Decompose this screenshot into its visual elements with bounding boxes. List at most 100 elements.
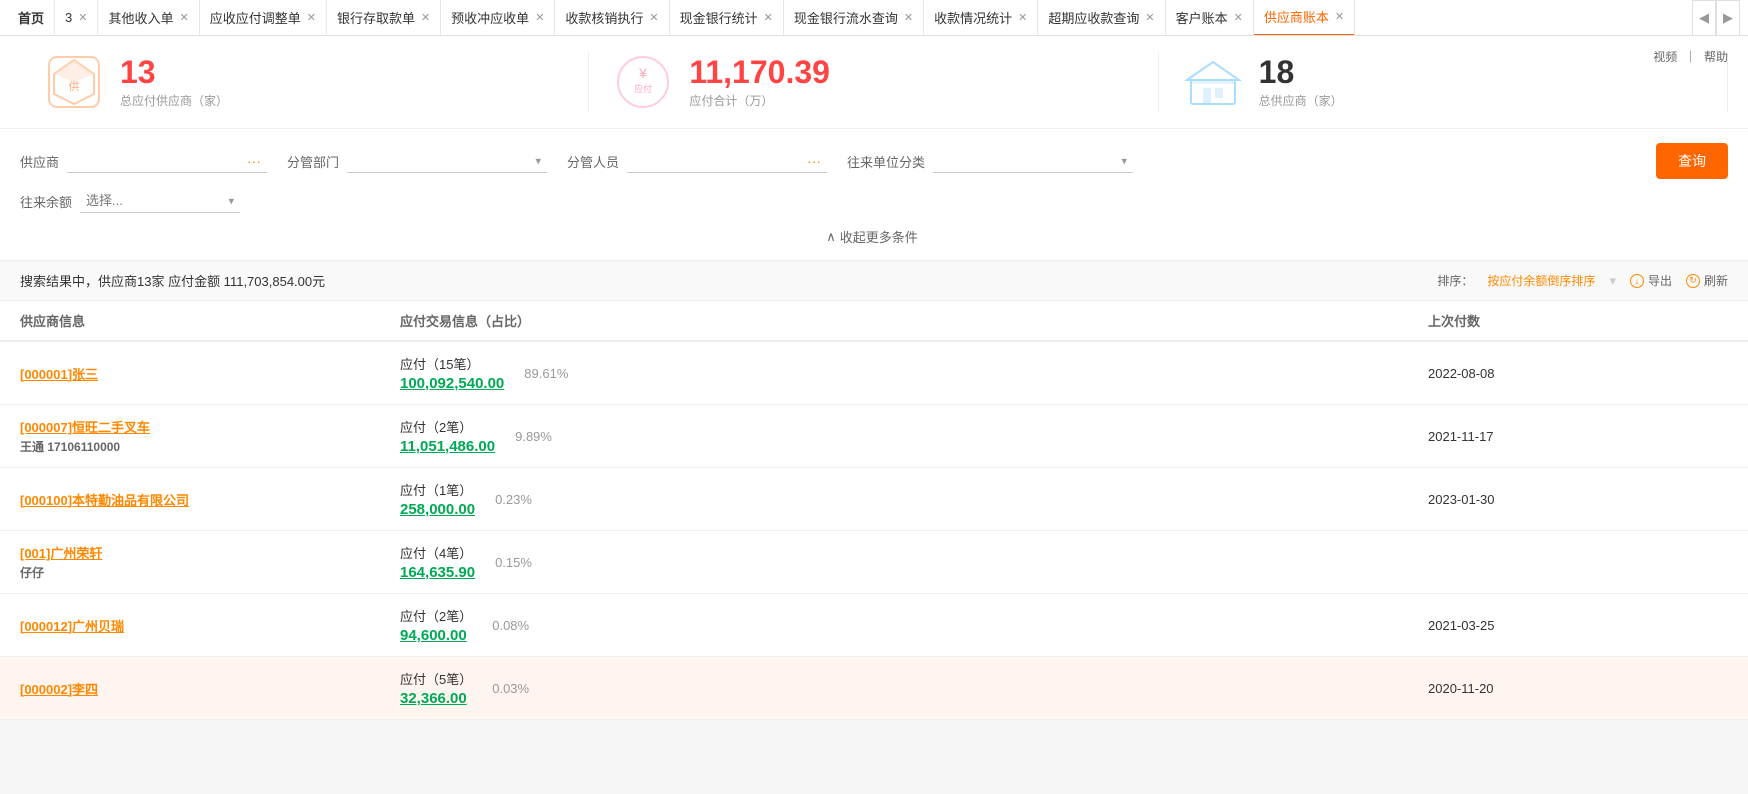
tx-percent-4: 0.15% <box>495 555 532 570</box>
nav-overdue-query[interactable]: 超期应收款查询 ✕ <box>1038 0 1165 36</box>
collapse-up-icon: ∧ <box>826 229 836 245</box>
nav-bank-deposit-close[interactable]: ✕ <box>421 11 430 24</box>
video-link[interactable]: 视频 <box>1653 50 1677 64</box>
nav-supplier-book[interactable]: 供应商账本 ✕ <box>1254 0 1355 36</box>
svg-text:¥: ¥ <box>638 65 647 81</box>
transaction-info-4: 应付（4笔） 164,635.90 0.15% <box>400 543 1428 581</box>
stat-payable-amount: ¥ 应付 11,170.39 应付合计（万） <box>589 52 1158 112</box>
supplier-link-6[interactable]: [000002]李四 <box>20 682 98 697</box>
refresh-button[interactable]: ↻ 刷新 <box>1686 272 1728 289</box>
supplier-info-3: [000100]本特勤油品有限公司 <box>20 490 400 509</box>
nav-collection-verify[interactable]: 收款核销执行 ✕ <box>555 0 669 36</box>
sort-value[interactable]: 按应付余额倒序排序 <box>1487 272 1595 289</box>
collapse-row: ∧ 收起更多条件 <box>20 223 1728 250</box>
nav-arrow-left[interactable]: ◀ <box>1692 0 1716 36</box>
collapse-button[interactable]: ∧ 收起更多条件 <box>794 223 954 250</box>
col-header-supplier: 供应商信息 <box>20 311 400 330</box>
store-icon <box>1183 52 1243 112</box>
nav-cash-bank-query-close[interactable]: ✕ <box>904 11 913 24</box>
lastpay-info-3: 2023-01-30 <box>1428 492 1728 507</box>
department-input[interactable] <box>347 149 547 173</box>
supplier-info-4: [001]广州荣轩 仔仔 <box>20 543 400 581</box>
stat-amount-content: 11,170.39 应付合计（万） <box>689 56 830 109</box>
tx-amount-3[interactable]: 258,000.00 <box>400 501 475 518</box>
nav-collection-stats-close[interactable]: ✕ <box>1018 11 1027 24</box>
person-input[interactable] <box>627 149 827 173</box>
nav-overdue-query-close[interactable]: ✕ <box>1145 11 1154 24</box>
payable-suppliers-number: 13 <box>120 56 228 88</box>
department-filter-label: 分管部门 <box>287 152 339 171</box>
nav-adjust-close[interactable]: ✕ <box>307 11 316 24</box>
tx-amount-4[interactable]: 164,635.90 <box>400 564 475 581</box>
nav-tab3-close[interactable]: ✕ <box>78 11 87 24</box>
supplier-link-2[interactable]: [000007]恒旺二手叉车 <box>20 420 150 435</box>
supplier-icon: 供 <box>44 52 104 112</box>
export-button[interactable]: ↓ 导出 <box>1630 272 1672 289</box>
nav-cash-bank-query-label: 现金银行流水查询 <box>794 8 898 27</box>
nav-collection-verify-close[interactable]: ✕ <box>649 11 658 24</box>
nav-other-income-close[interactable]: ✕ <box>179 11 188 24</box>
supplier-filter-label: 供应商 <box>20 152 59 171</box>
tx-label-4: 应付（4笔） <box>400 543 475 562</box>
nav-adjust[interactable]: 应收应付调整单 ✕ <box>200 0 327 36</box>
nav-bank-deposit-label: 银行存取款单 <box>337 8 415 27</box>
nav-arrow-right[interactable]: ▶ <box>1716 0 1740 36</box>
nav-home[interactable]: 首页 <box>8 0 55 36</box>
top-nav: 首页 3 ✕ 其他收入单 ✕ 应收应付调整单 ✕ 银行存取款单 ✕ 预收冲应收单… <box>0 0 1748 36</box>
nav-cash-bank-stats-close[interactable]: ✕ <box>764 11 773 24</box>
department-input-wrap: ▾ <box>347 149 547 173</box>
nav-bank-deposit[interactable]: 银行存取款单 ✕ <box>327 0 441 36</box>
transaction-detail-2: 应付（2笔） 11,051,486.00 <box>400 417 495 455</box>
lastpay-info-5: 2021-03-25 <box>1428 618 1728 633</box>
tx-amount-5[interactable]: 94,600.00 <box>400 627 472 644</box>
nav-overdue-query-label: 超期应收款查询 <box>1048 8 1139 27</box>
transaction-info-2: 应付（2笔） 11,051,486.00 9.89% <box>400 417 1428 455</box>
nav-collection-verify-label: 收款核销执行 <box>565 8 643 27</box>
person-dots-icon[interactable]: ··· <box>807 153 821 169</box>
balance-arrow-icon[interactable]: ▾ <box>228 195 234 208</box>
nav-other-income[interactable]: 其他收入单 ✕ <box>98 0 199 36</box>
filter-person: 分管人员 ··· <box>567 149 827 173</box>
total-suppliers-label: 总供应商（家） <box>1259 92 1343 109</box>
tx-label-2: 应付（2笔） <box>400 417 495 436</box>
balance-input[interactable] <box>80 189 240 213</box>
supplier-sub-4: 仔仔 <box>20 564 400 581</box>
table-row: [000001]张三 应付（15笔） 100,092,540.00 89.61%… <box>0 342 1748 405</box>
table-row: [000002]李四 应付（5笔） 32,366.00 0.03% 2020-1… <box>0 657 1748 720</box>
nav-supplier-book-close[interactable]: ✕ <box>1335 10 1344 23</box>
refresh-label: 刷新 <box>1704 272 1728 289</box>
nav-prepay-offset[interactable]: 预收冲应收单 ✕ <box>441 0 555 36</box>
tx-amount-2[interactable]: 11,051,486.00 <box>400 438 495 455</box>
supplier-link-5[interactable]: [000012]广州贝瑞 <box>20 619 124 634</box>
nav-customer-book-close[interactable]: ✕ <box>1234 11 1243 24</box>
nav-tab3[interactable]: 3 ✕ <box>55 0 98 36</box>
supplier-dots-icon[interactable]: ··· <box>247 153 261 169</box>
nav-prepay-offset-close[interactable]: ✕ <box>535 11 544 24</box>
person-filter-label: 分管人员 <box>567 152 619 171</box>
tx-amount-1[interactable]: 100,092,540.00 <box>400 375 504 392</box>
supplier-link-4[interactable]: [001]广州荣轩 <box>20 546 102 561</box>
table-row: [001]广州荣轩 仔仔 应付（4笔） 164,635.90 0.15% <box>0 531 1748 594</box>
category-input[interactable] <box>933 149 1133 173</box>
nav-cash-bank-query[interactable]: 现金银行流水查询 ✕ <box>784 0 924 36</box>
help-link[interactable]: 帮助 <box>1704 50 1728 64</box>
supplier-info-6: [000002]李四 <box>20 679 400 698</box>
query-button[interactable]: 查询 <box>1656 143 1728 179</box>
nav-collection-stats[interactable]: 收款情况统计 ✕ <box>924 0 1038 36</box>
supplier-link-1[interactable]: [000001]张三 <box>20 367 98 382</box>
category-filter-label: 往来单位分类 <box>847 152 925 171</box>
nav-customer-book[interactable]: 客户账本 ✕ <box>1166 0 1254 36</box>
category-arrow-icon[interactable]: ▾ <box>1122 155 1128 168</box>
refresh-icon: ↻ <box>1686 274 1700 288</box>
department-arrow-icon[interactable]: ▾ <box>536 155 542 168</box>
transaction-info-1: 应付（15笔） 100,092,540.00 89.61% <box>400 354 1428 392</box>
supplier-input[interactable] <box>67 149 267 173</box>
filter-row-1: 供应商 ··· 分管部门 ▾ 分管人员 ··· 往来单位分类 <box>20 143 1728 179</box>
supplier-link-3[interactable]: [000100]本特勤油品有限公司 <box>20 493 189 508</box>
tx-amount-6[interactable]: 32,366.00 <box>400 690 472 707</box>
supplier-info-1: [000001]张三 <box>20 364 400 383</box>
supplier-info-2: [000007]恒旺二手叉车 王通 17106110000 <box>20 417 400 455</box>
nav-cash-bank-stats[interactable]: 现金银行统计 ✕ <box>670 0 784 36</box>
export-label: 导出 <box>1648 272 1672 289</box>
nav-prepay-offset-label: 预收冲应收单 <box>451 8 529 27</box>
